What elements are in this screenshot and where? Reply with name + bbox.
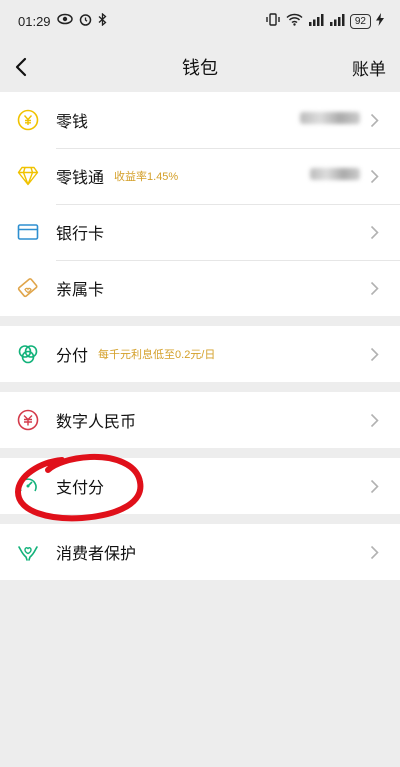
eye-icon — [56, 13, 73, 29]
wallet-group-digital-rmb: 数字人民币 — [0, 392, 400, 448]
status-bar: 01:29 92 — [0, 0, 400, 42]
chevron-right-icon — [370, 168, 382, 184]
wallet-group-pay-score: 支付分 — [0, 458, 400, 514]
family-card-icon — [16, 276, 40, 300]
wallet-item-label: 消费者保护 — [56, 546, 137, 563]
wallet-item-label: 数字人民币 — [56, 414, 137, 431]
wallet-group-main: 零钱 零钱通 收益率1.45% 银行卡 亲属卡 — [0, 92, 400, 316]
bank-card-icon — [16, 220, 40, 244]
wallet-item-change[interactable]: 零钱 — [0, 92, 400, 148]
nav-bar: 钱包 账单 — [0, 42, 400, 92]
pay-score-icon — [16, 474, 40, 498]
consumer-protection-icon — [16, 540, 40, 564]
wallet-group-consumer-protection: 消费者保护 — [0, 524, 400, 580]
wallet-item-label: 零钱 — [56, 114, 89, 131]
wallet-item-label: 分付 — [56, 348, 89, 365]
chevron-right-icon — [370, 112, 382, 128]
diamond-icon — [16, 164, 40, 188]
bluetooth-icon — [98, 12, 107, 30]
chevron-right-icon — [370, 544, 382, 560]
wallet-item-label: 亲属卡 — [56, 282, 105, 299]
back-button[interactable] — [14, 55, 38, 79]
chevron-right-icon — [370, 478, 382, 494]
balance-value-redacted — [300, 112, 360, 128]
vibrate-icon — [265, 12, 281, 30]
wallet-group-fenfu: 分付 每千元利息低至0.2元/日 — [0, 326, 400, 382]
chevron-right-icon — [370, 280, 382, 296]
wallet-item-label: 银行卡 — [56, 226, 105, 243]
wallet-item-label: 零钱通 — [56, 170, 105, 187]
digital-rmb-icon — [16, 408, 40, 432]
charging-icon — [376, 12, 384, 30]
signal-icon-2 — [329, 13, 345, 30]
wallet-item-fenfu[interactable]: 分付 每千元利息低至0.2元/日 — [0, 326, 400, 382]
signal-icon — [308, 13, 324, 30]
status-time: 01:29 — [18, 13, 51, 29]
alarm-icon — [79, 13, 92, 30]
balance-value-redacted — [310, 168, 360, 184]
yield-rate-text: 收益率1.45% — [114, 171, 179, 183]
bill-button[interactable]: 账单 — [352, 55, 386, 80]
wallet-item-consumer-protection[interactable]: 消费者保护 — [0, 524, 400, 580]
wallet-item-label: 支付分 — [56, 480, 105, 497]
fenfu-promo-text: 每千元利息低至0.2元/日 — [98, 349, 216, 361]
battery-indicator: 92 — [349, 13, 371, 29]
chevron-right-icon — [370, 412, 382, 428]
wallet-item-digital-rmb[interactable]: 数字人民币 — [0, 392, 400, 448]
page-title: 钱包 — [182, 58, 218, 78]
wallet-item-lingqiantong[interactable]: 零钱通 收益率1.45% — [0, 148, 400, 204]
wallet-item-pay-score[interactable]: 支付分 — [0, 458, 400, 514]
chevron-right-icon — [370, 346, 382, 362]
wallet-item-bank-card[interactable]: 银行卡 — [0, 204, 400, 260]
wallet-item-family-card[interactable]: 亲属卡 — [0, 260, 400, 316]
coin-yen-icon — [16, 108, 40, 132]
wifi-icon — [286, 13, 303, 30]
chevron-left-icon — [15, 57, 27, 77]
fenfu-icon — [16, 342, 40, 366]
chevron-right-icon — [370, 224, 382, 240]
